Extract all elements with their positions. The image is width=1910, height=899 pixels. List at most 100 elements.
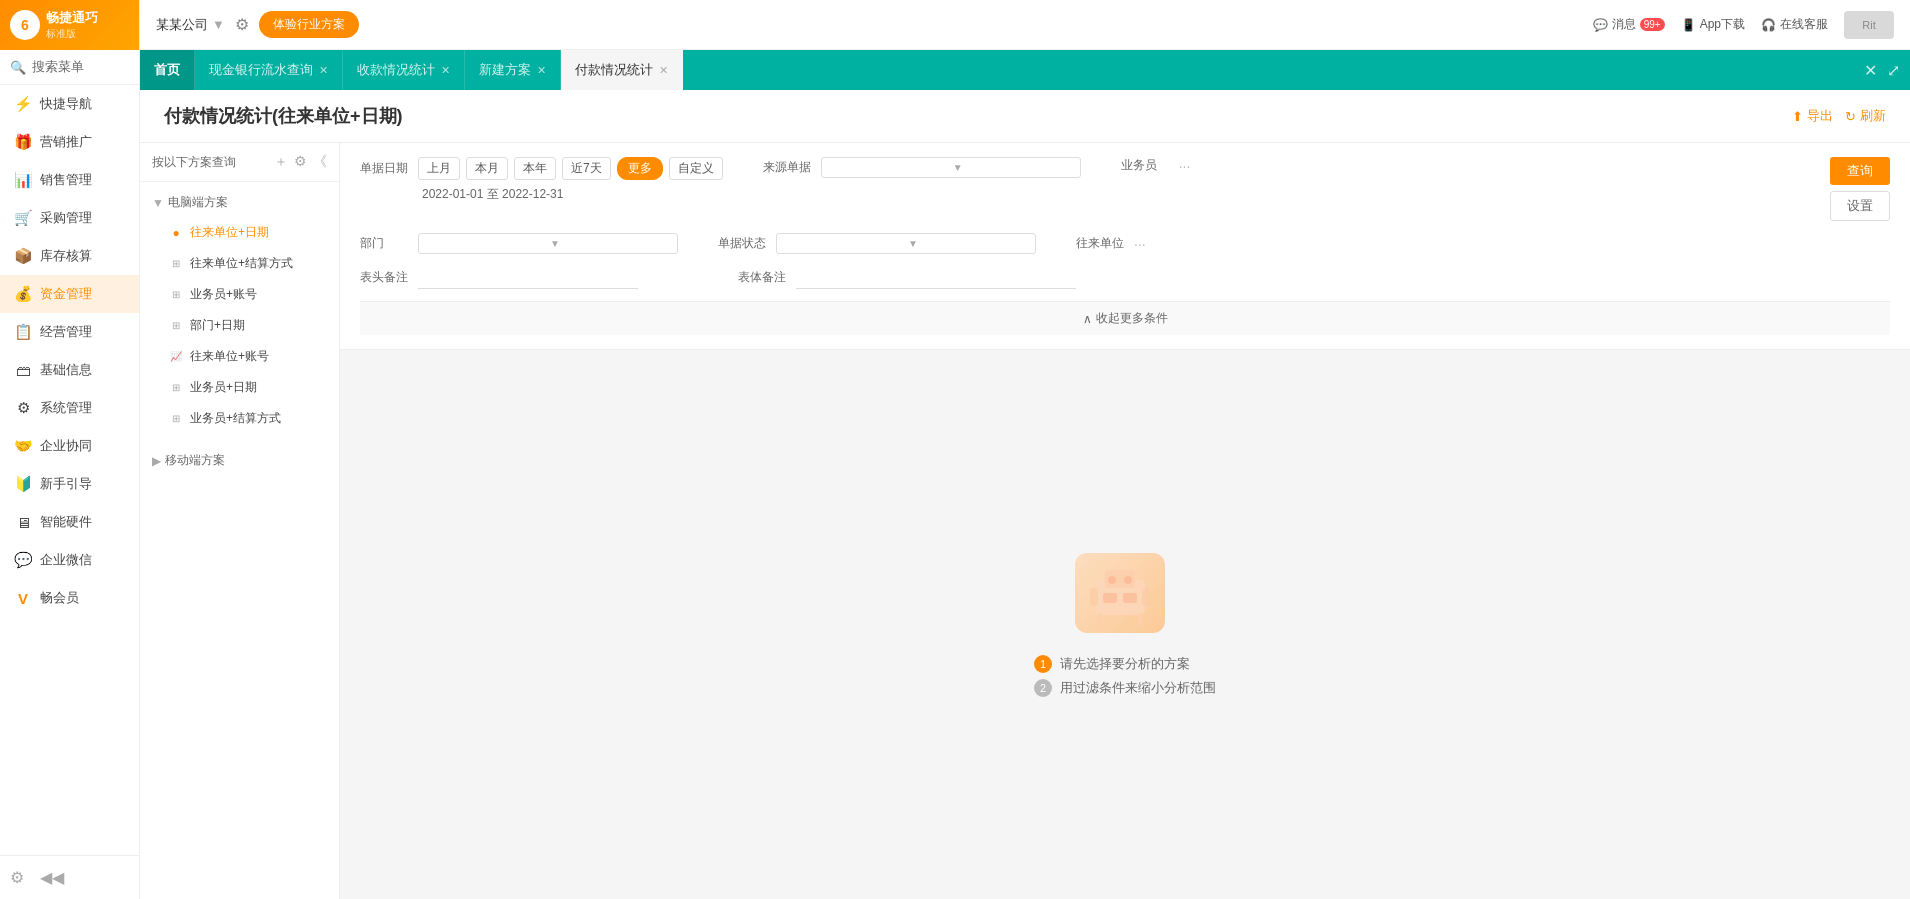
tab-home[interactable]: 首页 <box>140 50 195 90</box>
scheme-add-btn[interactable]: ＋ <box>274 153 288 171</box>
tab-receipt[interactable]: 收款情况统计 ✕ <box>343 50 465 90</box>
refresh-label: 刷新 <box>1860 107 1886 125</box>
sidebar-header: 6 畅捷通巧 标准版 <box>0 0 139 50</box>
refresh-btn[interactable]: ↻ 刷新 <box>1845 107 1886 125</box>
body-note-label: 表体备注 <box>738 269 788 286</box>
tab-bank-close[interactable]: ✕ <box>319 64 328 77</box>
user-avatar[interactable]: Rit <box>1844 11 1894 39</box>
sidebar-item-member[interactable]: V 畅会员 <box>0 579 139 617</box>
notifications-btn[interactable]: 💬 消息 99+ <box>1593 16 1665 33</box>
sidebar-item-guide[interactable]: 🔰 新手引导 <box>0 465 139 503</box>
sidebar-item-inventory[interactable]: 📦 库存核算 <box>0 237 139 275</box>
scheme-item-unit-date[interactable]: ● 往来单位+日期 <box>140 217 339 248</box>
online-support-btn[interactable]: 🎧 在线客服 <box>1761 16 1828 33</box>
system-icon: ⚙ <box>14 399 32 417</box>
tabbar-fullscreen-icon[interactable]: ⤢ <box>1887 61 1900 80</box>
tab-bank[interactable]: 现金银行流水查询 ✕ <box>195 50 343 90</box>
sidebar: 6 畅捷通巧 标准版 🔍 搜索菜单 ⚡ 快捷导航 🎁 营销推广 📊 销售管理 🛒… <box>0 0 140 899</box>
scheme-item-label: 往来单位+结算方式 <box>190 255 293 272</box>
sidebar-item-enterprise[interactable]: 🤝 企业协同 <box>0 427 139 465</box>
tab-home-label: 首页 <box>154 61 180 79</box>
scheme-item-staff-settle[interactable]: ⊞ 业务员+结算方式 <box>140 403 339 434</box>
tabbar-close-icon[interactable]: ✕ <box>1864 61 1877 80</box>
sidebar-search[interactable]: 🔍 搜索菜单 <box>0 50 139 85</box>
collapse-more-btn[interactable]: ∧ 收起更多条件 <box>360 301 1890 335</box>
tab-payment[interactable]: 付款情况统计 ✕ <box>561 50 683 90</box>
sidebar-item-label: 快捷导航 <box>40 95 92 113</box>
app-download-btn[interactable]: 📱 App下载 <box>1681 16 1745 33</box>
scheme-icon: ⊞ <box>168 411 184 427</box>
pc-scheme-group: ▼ 电脑端方案 ● 往来单位+日期 ⊞ 往来单位+结算方式 ⊞ 业务员+账号 ⊞ <box>140 182 339 440</box>
export-label: 导出 <box>1807 107 1833 125</box>
sidebar-item-purchase[interactable]: 🛒 采购管理 <box>0 199 139 237</box>
source-select[interactable]: ▼ <box>821 157 1081 178</box>
robot-icon <box>1075 553 1165 633</box>
counterpart-dots[interactable]: ··· <box>1134 236 1146 252</box>
sidebar-item-label: 经营管理 <box>40 323 92 341</box>
body-note-input[interactable] <box>796 266 1076 289</box>
tab-new-scheme[interactable]: 新建方案 ✕ <box>465 50 561 90</box>
scheme-item-staff-account[interactable]: ⊞ 业务员+账号 <box>140 279 339 310</box>
scheme-item-label: 往来单位+日期 <box>190 224 269 241</box>
mobile-scheme-group: ▶ 移动端方案 <box>140 440 339 481</box>
scheme-item-dept-date[interactable]: ⊞ 部门+日期 <box>140 310 339 341</box>
sidebar-item-management[interactable]: 📋 经营管理 <box>0 313 139 351</box>
staff-select-dots[interactable]: ··· <box>1179 158 1191 174</box>
scheme-collapse-btn[interactable]: 《 <box>313 153 327 171</box>
tab-new-scheme-close[interactable]: ✕ <box>537 64 546 77</box>
sidebar-item-hardware[interactable]: 🖥 智能硬件 <box>0 503 139 541</box>
enterprise-icon: 🤝 <box>14 437 32 455</box>
dept-select[interactable]: ▼ <box>418 233 678 254</box>
date-options: 上月 本月 本年 近7天 更多 自定义 <box>418 157 723 180</box>
sidebar-item-capital[interactable]: 💰 资金管理 <box>0 275 139 313</box>
hint-num-2: 2 <box>1034 679 1052 697</box>
topbar-company[interactable]: 某某公司 ▼ <box>156 16 225 34</box>
sidebar-item-quicknav[interactable]: ⚡ 快捷导航 <box>0 85 139 123</box>
sidebar-item-system[interactable]: ⚙ 系统管理 <box>0 389 139 427</box>
notification-badge: 99+ <box>1640 18 1665 31</box>
trial-btn[interactable]: 体验行业方案 <box>259 11 359 38</box>
date-btn-last7[interactable]: 近7天 <box>562 157 611 180</box>
export-btn[interactable]: ⬆ 导出 <box>1792 107 1833 125</box>
date-btn-last-month[interactable]: 上月 <box>418 157 460 180</box>
scheme-item-unit-settle[interactable]: ⊞ 往来单位+结算方式 <box>140 248 339 279</box>
pc-group-title[interactable]: ▼ 电脑端方案 <box>140 188 339 217</box>
scheme-item-label: 往来单位+账号 <box>190 348 269 365</box>
sidebar-item-marketing[interactable]: 🎁 营销推广 <box>0 123 139 161</box>
date-btn-this-month[interactable]: 本月 <box>466 157 508 180</box>
empty-hint-2: 2 用过滤条件来缩小分析范围 <box>1034 679 1216 697</box>
header-note-input[interactable] <box>418 266 638 289</box>
topbar-settings-icon[interactable]: ⚙ <box>235 15 249 34</box>
hint-num-1: 1 <box>1034 655 1052 673</box>
date-btn-this-year[interactable]: 本年 <box>514 157 556 180</box>
sidebar-item-sales[interactable]: 📊 销售管理 <box>0 161 139 199</box>
date-btn-more[interactable]: 更多 <box>617 157 663 180</box>
sidebar-item-basic[interactable]: 🗃 基础信息 <box>0 351 139 389</box>
tab-payment-label: 付款情况统计 <box>575 61 653 79</box>
sidebar-item-label: 资金管理 <box>40 285 92 303</box>
sidebar-item-label: 营销推广 <box>40 133 92 151</box>
status-select[interactable]: ▼ <box>776 233 1036 254</box>
purchase-icon: 🛒 <box>14 209 32 227</box>
scheme-active-icon: ● <box>168 225 184 241</box>
sidebar-settings-btn[interactable]: ⚙ <box>10 868 24 887</box>
capital-icon: 💰 <box>14 285 32 303</box>
date-btn-custom[interactable]: 自定义 <box>669 157 723 180</box>
scheme-item-unit-account[interactable]: 📈 往来单位+账号 <box>140 341 339 372</box>
member-icon: V <box>14 589 32 607</box>
scheme-settings-btn[interactable]: ⚙ <box>294 153 307 171</box>
sidebar-collapse-btn[interactable]: ◀◀ <box>40 868 64 887</box>
scheme-item-label: 业务员+账号 <box>190 286 257 303</box>
sidebar-item-wechat[interactable]: 💬 企业微信 <box>0 541 139 579</box>
export-icon: ⬆ <box>1792 109 1803 124</box>
mobile-group-title[interactable]: ▶ 移动端方案 <box>140 446 339 475</box>
scheme-item-staff-date[interactable]: ⊞ 业务员+日期 <box>140 372 339 403</box>
tab-receipt-close[interactable]: ✕ <box>441 64 450 77</box>
empty-illustration <box>1075 553 1175 643</box>
settings-btn[interactable]: 设置 <box>1830 191 1890 221</box>
query-btn[interactable]: 查询 <box>1830 157 1890 185</box>
counterpart-label: 往来单位 <box>1076 235 1126 252</box>
tab-payment-close[interactable]: ✕ <box>659 64 668 77</box>
hint-text-1: 请先选择要分析的方案 <box>1060 655 1190 673</box>
mobile-group-arrow: ▶ <box>152 454 161 468</box>
